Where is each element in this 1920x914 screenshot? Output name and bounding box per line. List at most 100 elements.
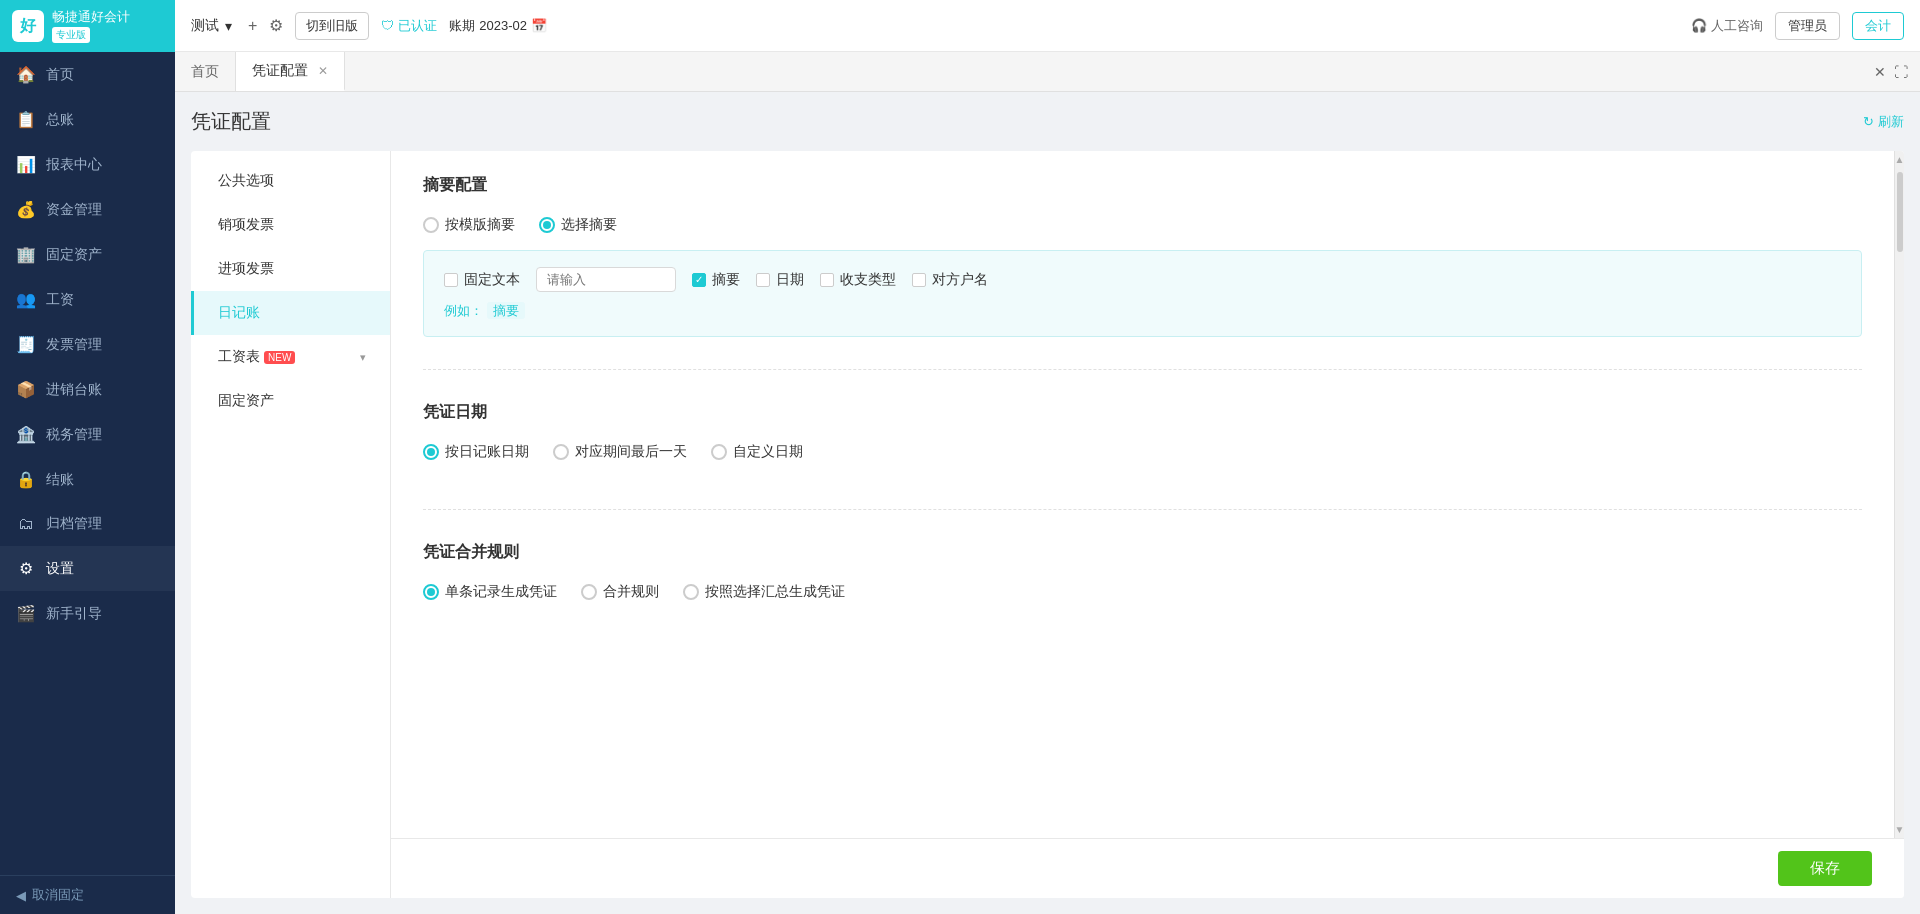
fixed-text-label: 固定文本 <box>464 271 520 289</box>
page-wrapper: 凭证配置 ↻ 刷新 公共选项 销项发票 进项发票 日记账 工资表 NEW ▾ <box>175 92 1920 914</box>
checkbox-income-type[interactable]: 收支类型 <box>820 271 896 289</box>
tab-close-icon[interactable]: ✕ <box>318 64 328 78</box>
sidebar-item-home[interactable]: 🏠 首页 <box>0 52 175 97</box>
sidebar-label-reports: 报表中心 <box>46 156 102 174</box>
main-area: 测试 ▾ + ⚙ 切到旧版 🛡 已认证 账期 2023-02 📅 🎧 人工咨询 … <box>175 0 1920 914</box>
refresh-icon: ↻ <box>1863 114 1874 129</box>
abstract-example: 例如： 摘要 <box>444 302 1841 320</box>
payroll-expand-icon[interactable]: ▾ <box>360 351 366 364</box>
checkbox-fixed-text[interactable]: 固定文本 <box>444 271 520 289</box>
logo-text: 畅捷通好会计 专业版 <box>52 9 130 44</box>
radio-journal-date[interactable]: 按日记账日期 <box>423 443 529 461</box>
sidebar-item-assets[interactable]: 🏢 固定资产 <box>0 232 175 277</box>
calendar-icon[interactable]: 📅 <box>531 18 547 33</box>
sidebar-item-purchase-sale[interactable]: 📦 进销台账 <box>0 367 175 412</box>
section-merge: 凭证合并规则 单条记录生成凭证 合并规则 <box>423 542 1862 649</box>
purchase-sale-icon: 📦 <box>16 380 36 399</box>
header-right: 🎧 人工咨询 管理员 会计 <box>1691 12 1904 40</box>
section-abstract: 摘要配置 按模版摘要 选择摘要 <box>423 175 1862 370</box>
sidebar-item-ledger[interactable]: 📋 总账 <box>0 97 175 142</box>
sidebar-item-invoice-mgmt[interactable]: 🧾 发票管理 <box>0 322 175 367</box>
company-label: 测试 <box>191 17 219 35</box>
content-scrollbar[interactable]: ▲ ▼ <box>1894 151 1904 838</box>
radio-single[interactable]: 单条记录生成凭证 <box>423 583 557 601</box>
header-icons: + ⚙ <box>248 16 283 35</box>
sidebar-label-invoice-mgmt: 发票管理 <box>46 336 102 354</box>
config-menu-public[interactable]: 公共选项 <box>191 159 390 203</box>
cancel-pin-label: 取消固定 <box>32 886 84 904</box>
radio-merge-rule-label: 合并规则 <box>603 583 659 601</box>
consult-button[interactable]: 🎧 人工咨询 <box>1691 17 1763 35</box>
radio-period-last[interactable]: 对应期间最后一天 <box>553 443 687 461</box>
user-button[interactable]: 管理员 <box>1775 12 1840 40</box>
radio-select-circle <box>539 217 555 233</box>
capital-icon: 💰 <box>16 200 36 219</box>
add-company-icon[interactable]: + <box>248 17 257 35</box>
checkbox-abstract[interactable]: ✓ 摘要 <box>692 271 740 289</box>
radio-select-abstract[interactable]: 选择摘要 <box>539 216 617 234</box>
content-footer: 保存 <box>391 838 1904 898</box>
config-layout: 公共选项 销项发票 进项发票 日记账 工资表 NEW ▾ 固定资产 <box>191 151 1904 898</box>
window-controls: ✕ ⛶ <box>1862 52 1920 91</box>
config-menu-journal[interactable]: 日记账 <box>191 291 390 335</box>
sidebar-label-ledger: 总账 <box>46 111 74 129</box>
config-right-inner: 摘要配置 按模版摘要 选择摘要 <box>391 151 1904 838</box>
sidebar-item-guide[interactable]: 🎬 新手引导 <box>0 591 175 636</box>
settings-icon: ⚙ <box>16 559 36 578</box>
fixed-text-input[interactable] <box>536 267 676 292</box>
sidebar-item-archive[interactable]: 🗂 归档管理 <box>0 502 175 546</box>
home-icon: 🏠 <box>16 65 36 84</box>
company-dropdown-icon[interactable]: ▾ <box>225 18 232 34</box>
period-value: 2023-02 <box>479 18 527 33</box>
sidebar-item-tax[interactable]: 🏦 税务管理 <box>0 412 175 457</box>
radio-by-selection[interactable]: 按照选择汇总生成凭证 <box>683 583 845 601</box>
tab-voucher-config-label: 凭证配置 <box>252 62 308 80</box>
certified-badge: 🛡 已认证 <box>381 17 437 35</box>
switch-old-version-button[interactable]: 切到旧版 <box>295 12 369 40</box>
logo-badge: 专业版 <box>52 27 90 43</box>
checkbox-date[interactable]: 日期 <box>756 271 804 289</box>
invoice-mgmt-icon: 🧾 <box>16 335 36 354</box>
radio-journal-date-label: 按日记账日期 <box>445 443 529 461</box>
tab-home[interactable]: 首页 <box>175 52 236 91</box>
config-menu-sales-invoice[interactable]: 销项发票 <box>191 203 390 247</box>
page-title-row: 凭证配置 ↻ 刷新 <box>191 108 1904 135</box>
checkbox-abstract-box: ✓ <box>692 273 706 287</box>
config-menu-fixed-assets[interactable]: 固定资产 <box>191 379 390 423</box>
radio-template-abstract[interactable]: 按模版摘要 <box>423 216 515 234</box>
window-expand-icon[interactable]: ⛶ <box>1894 64 1908 80</box>
radio-by-selection-label: 按照选择汇总生成凭证 <box>705 583 845 601</box>
save-button[interactable]: 保存 <box>1778 851 1872 886</box>
sidebar-item-settings[interactable]: ⚙ 设置 <box>0 546 175 591</box>
role-button[interactable]: 会计 <box>1852 12 1904 40</box>
refresh-button[interactable]: ↻ 刷新 <box>1863 113 1904 131</box>
radio-custom-date-label: 自定义日期 <box>733 443 803 461</box>
sidebar-item-payroll[interactable]: 👥 工资 <box>0 277 175 322</box>
sidebar-item-reports[interactable]: 📊 报表中心 <box>0 142 175 187</box>
logo-name: 畅捷通好会计 <box>52 9 130 26</box>
merge-radio-group: 单条记录生成凭证 合并规则 按照选择汇总生成凭证 <box>423 583 1862 601</box>
reports-icon: 📊 <box>16 155 36 174</box>
tab-voucher-config[interactable]: 凭证配置 ✕ <box>236 52 345 91</box>
radio-single-circle <box>423 584 439 600</box>
sidebar-cancel-pin[interactable]: ◀ 取消固定 <box>0 875 175 914</box>
logo-icon: 好 <box>12 10 44 42</box>
sidebar-item-capital[interactable]: 💰 资金管理 <box>0 187 175 232</box>
sidebar-item-closing[interactable]: 🔒 结账 <box>0 457 175 502</box>
period-label: 账期 <box>449 17 475 35</box>
company-settings-icon[interactable]: ⚙ <box>269 16 283 35</box>
window-close-icon[interactable]: ✕ <box>1874 64 1886 80</box>
radio-custom-date[interactable]: 自定义日期 <box>711 443 803 461</box>
tab-home-label: 首页 <box>191 63 219 81</box>
config-menu-purchase-invoice[interactable]: 进项发票 <box>191 247 390 291</box>
checkbox-counterparty[interactable]: 对方户名 <box>912 271 988 289</box>
sidebar-label-guide: 新手引导 <box>46 605 102 623</box>
sidebar-label-payroll: 工资 <box>46 291 74 309</box>
refresh-label: 刷新 <box>1878 113 1904 131</box>
date-label: 日期 <box>776 271 804 289</box>
config-menu-payroll-table[interactable]: 工资表 NEW ▾ <box>191 335 390 379</box>
radio-merge-rule[interactable]: 合并规则 <box>581 583 659 601</box>
scroll-thumb[interactable] <box>1897 172 1903 252</box>
sidebar-label-purchase-sale: 进销台账 <box>46 381 102 399</box>
checkbox-fixed-text-box <box>444 273 458 287</box>
